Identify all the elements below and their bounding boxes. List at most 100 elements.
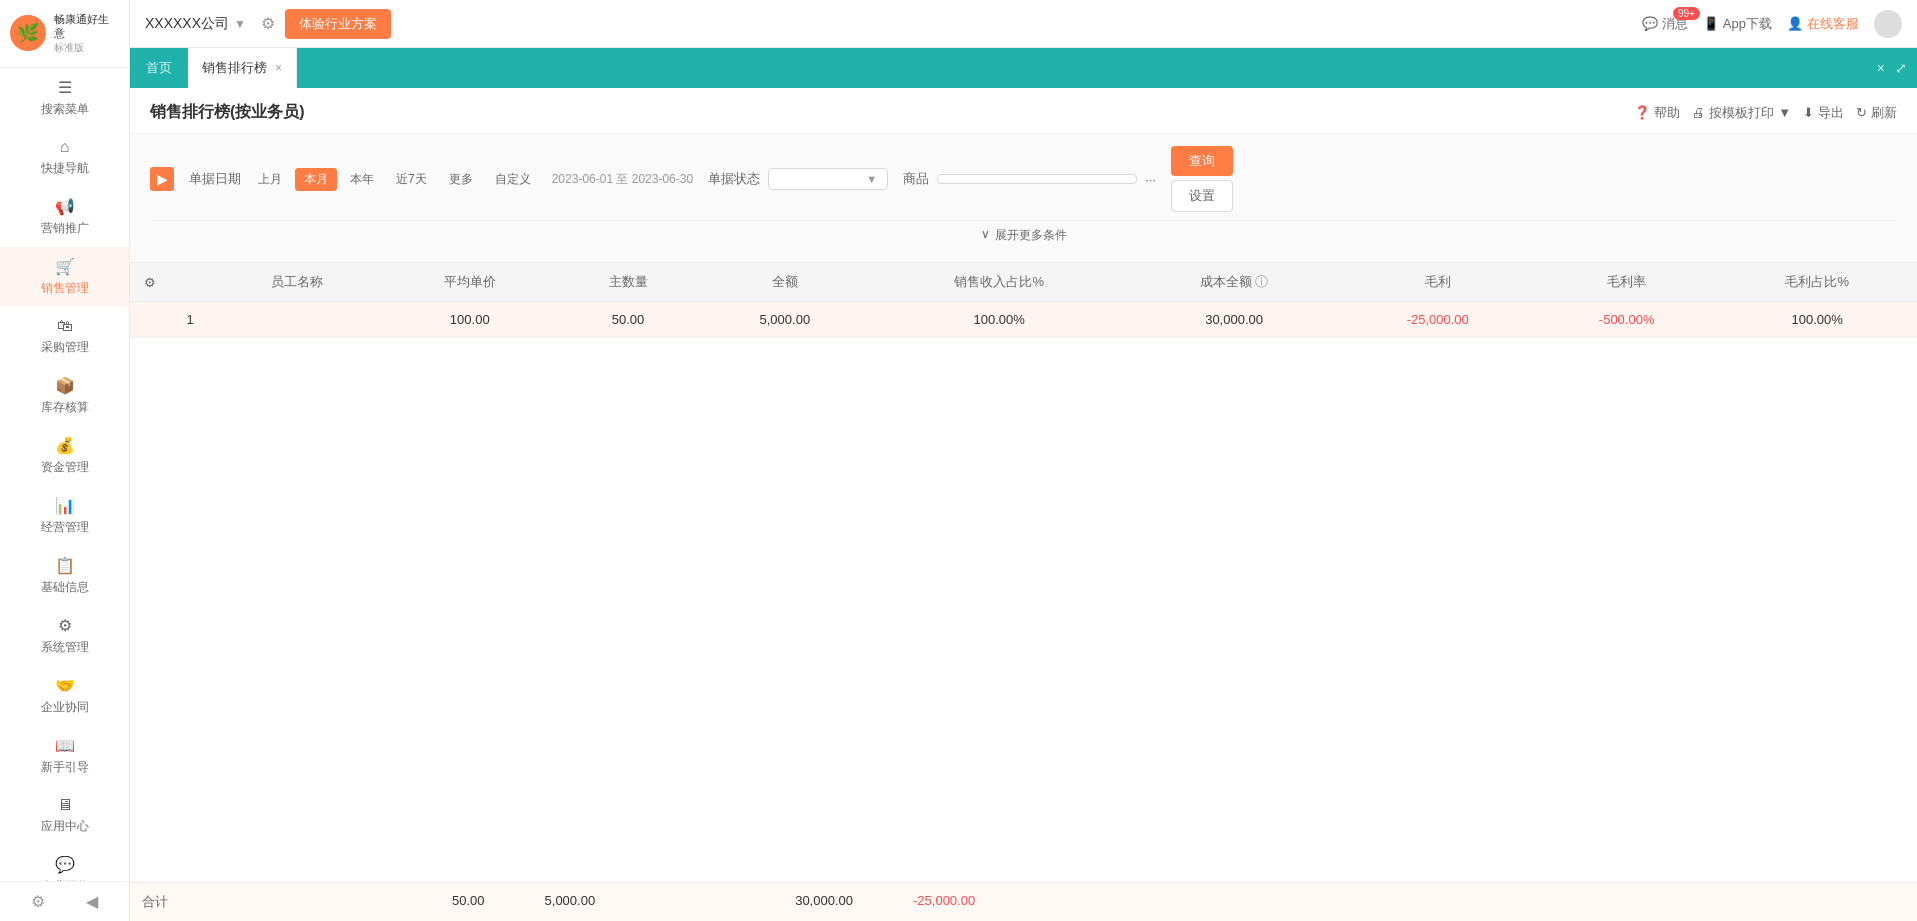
finance-icon: 💰 xyxy=(55,436,75,455)
service-label: 在线客服 xyxy=(1807,15,1859,33)
table-footer: 合计 50.00 5,000.00 30,000.00 -25,000.00 xyxy=(130,882,1917,921)
message-badge: 99+ xyxy=(1673,7,1700,20)
col-gross-rate: 毛利率 xyxy=(1536,263,1717,302)
row-gross-cell: -25,000.00 xyxy=(1340,302,1536,338)
refresh-button[interactable]: ↻ 刷新 xyxy=(1856,104,1897,122)
tab-home[interactable]: 首页 xyxy=(130,48,188,88)
sidebar-item-sales[interactable]: 🛒销售管理 xyxy=(0,247,129,307)
sidebar-item-basic[interactable]: 📋 基础信息 xyxy=(0,546,129,606)
date-opt-this-year[interactable]: 本年 xyxy=(341,168,383,191)
filter-more-btn[interactable]: ··· xyxy=(1145,172,1156,187)
tab-close-icon[interactable]: × xyxy=(275,61,282,75)
sidebar-item-operation[interactable]: 📊经营管理 xyxy=(0,486,129,546)
wechat-icon: 💬 xyxy=(55,855,75,874)
sales-icon: 🛒 xyxy=(55,257,75,276)
sidebar-item-purchase[interactable]: 🛍采购管理 xyxy=(0,307,129,366)
sidebar-item-shortcut[interactable]: ⌂ 快捷导航 xyxy=(0,128,129,187)
row-amount-cell: 5,000.00 xyxy=(700,302,870,338)
sidebar-item-marketing[interactable]: 📢 营销推广 xyxy=(0,187,129,247)
date-opt-custom[interactable]: 自定义 xyxy=(486,168,540,191)
sidebar-item-inventory[interactable]: 📦 库存核算 xyxy=(0,366,129,426)
sidebar-nav: ☰搜索菜单 ⌂ 快捷导航 📢 营销推广 🛒销售管理🛍采购管理 📦 库存核算 💰 资金管理 📊经营管理… xyxy=(0,68,129,881)
export-icon: ⬇ xyxy=(1803,105,1814,120)
help-button[interactable]: ❓ 帮助 xyxy=(1634,104,1680,122)
sidebar-settings-btn[interactable]: ⚙ xyxy=(31,892,45,911)
date-opt-7days[interactable]: 近7天 xyxy=(387,168,436,191)
tab-sales-label: 销售排行榜 xyxy=(202,59,267,77)
sidebar-item-apps[interactable]: 🖥应用中心 xyxy=(0,786,129,845)
trial-button[interactable]: 体验行业方案 xyxy=(285,9,391,39)
marketing-icon: 📢 xyxy=(55,197,75,216)
sidebar-collapse-btn[interactable]: ◀ xyxy=(86,892,98,911)
status-select-arrow-icon: ▼ xyxy=(866,173,877,185)
sidebar-label-enterprise: 企业协同 xyxy=(41,699,89,716)
online-service-button[interactable]: 👤 在线客服 xyxy=(1787,15,1859,33)
tabbar: 首页 销售排行榜 × × ⤢ xyxy=(130,48,1917,88)
date-opt-more[interactable]: 更多 xyxy=(440,168,482,191)
system-icon: ⚙ xyxy=(58,616,72,635)
table-row: 1 100.00 50.00 5,000.00 100.00% 30,000.0… xyxy=(130,302,1917,338)
page-title: 销售排行榜(按业务员) xyxy=(150,102,305,123)
sidebar-label-shortcut: 快捷导航 xyxy=(41,160,89,177)
tab-minimize-icon[interactable]: × xyxy=(1877,60,1885,76)
export-button[interactable]: ⬇ 导出 xyxy=(1803,104,1844,122)
status-select[interactable]: ▼ xyxy=(768,168,888,190)
sidebar-label-inventory: 库存核算 xyxy=(41,399,89,416)
goods-filter-label: 商品 xyxy=(903,170,929,188)
sidebar-item-finance[interactable]: 💰 资金管理 xyxy=(0,426,129,486)
app-tag: 标准版 xyxy=(54,41,119,55)
date-opt-last-month[interactable]: 上月 xyxy=(249,168,291,191)
print-button[interactable]: 🖨 按模板打印 ▼ xyxy=(1692,104,1791,122)
company-arrow-icon: ▼ xyxy=(234,17,246,31)
service-icon: 👤 xyxy=(1787,16,1803,31)
row-sales-pct-cell: 100.00% xyxy=(870,302,1129,338)
enterprise-icon: 🤝 xyxy=(55,676,75,695)
sidebar-label-basic: 基础信息 xyxy=(41,579,89,596)
date-range-display: 2023-06-01 至 2023-06-30 xyxy=(552,171,693,188)
operation-icon: 📊 xyxy=(55,496,75,515)
sidebar-item-guide[interactable]: 📖新手引导 xyxy=(0,726,129,786)
status-filter-group: 单据状态 ▼ xyxy=(708,168,888,190)
app-download-button[interactable]: 📱 App下载 xyxy=(1703,15,1772,33)
filter-toggle-btn[interactable]: ▶ xyxy=(150,167,174,191)
logo-icon: 🌿 xyxy=(10,15,46,51)
sidebar-item-wechat[interactable]: 💬企业微信 xyxy=(0,845,129,881)
sidebar-label-search: 搜索菜单 xyxy=(41,101,89,118)
sidebar-label-system: 系统管理 xyxy=(41,639,89,656)
message-button[interactable]: 💬 消息 99+ xyxy=(1642,15,1688,33)
sidebar-item-search[interactable]: ☰搜索菜单 xyxy=(0,68,129,128)
content-area: 销售排行榜(按业务员) ❓ 帮助 🖨 按模板打印 ▼ ⬇ 导出 ↻ 刷新 xyxy=(130,88,1917,882)
help-label: 帮助 xyxy=(1654,104,1680,122)
footer-values: 50.00 5,000.00 30,000.00 -25,000.00 xyxy=(312,893,1905,911)
inventory-icon: 📦 xyxy=(55,376,75,395)
main-area: XXXXXX公司 ▼ ⚙ 体验行业方案 💬 消息 99+ 📱 App下载 👤 在… xyxy=(130,0,1917,921)
shortcut-icon: ⌂ xyxy=(60,138,70,156)
col-settings[interactable]: ⚙ xyxy=(130,263,170,302)
basic-icon: 📋 xyxy=(55,556,75,575)
help-icon: ❓ xyxy=(1634,105,1650,120)
company-selector[interactable]: XXXXXX公司 ▼ xyxy=(145,15,246,33)
col-sales-pct: 销售收入占比% xyxy=(870,263,1129,302)
app-icon: 📱 xyxy=(1703,16,1719,31)
sidebar-item-enterprise[interactable]: 🤝 企业协同 xyxy=(0,666,129,726)
table-body: 1 100.00 50.00 5,000.00 100.00% 30,000.0… xyxy=(130,302,1917,338)
sidebar-label-marketing: 营销推广 xyxy=(41,220,89,237)
cost-info-icon[interactable]: ⓘ xyxy=(1255,274,1268,289)
row-settings-cell xyxy=(130,302,170,338)
user-avatar[interactable] xyxy=(1874,10,1902,38)
row-gross-pct-cell: 100.00% xyxy=(1717,302,1917,338)
date-options: 上月 本月 本年 近7天 更多 自定义 xyxy=(249,168,540,191)
goods-input[interactable] xyxy=(937,174,1137,184)
filter-settings-button[interactable]: 设置 xyxy=(1171,180,1233,212)
tab-sales-ranking[interactable]: 销售排行榜 × xyxy=(188,48,297,88)
expand-more-conditions[interactable]: ∨ 展开更多条件 xyxy=(150,220,1897,250)
sidebar-label-finance: 资金管理 xyxy=(41,459,89,476)
table-area: ⚙ 员工名称 平均单价 主数量 全额 销售收入占比% 成本全额 ⓘ 毛利 毛利率… xyxy=(130,263,1917,338)
sidebar-item-system[interactable]: ⚙ 系统管理 xyxy=(0,606,129,666)
date-opt-this-month[interactable]: 本月 xyxy=(295,168,337,191)
filter-action-buttons: 查询 设置 xyxy=(1171,146,1233,212)
tab-maximize-icon[interactable]: ⤢ xyxy=(1895,60,1907,76)
topbar-settings-icon[interactable]: ⚙ xyxy=(261,14,275,33)
print-arrow-icon: ▼ xyxy=(1778,105,1791,120)
query-button[interactable]: 查询 xyxy=(1171,146,1233,176)
